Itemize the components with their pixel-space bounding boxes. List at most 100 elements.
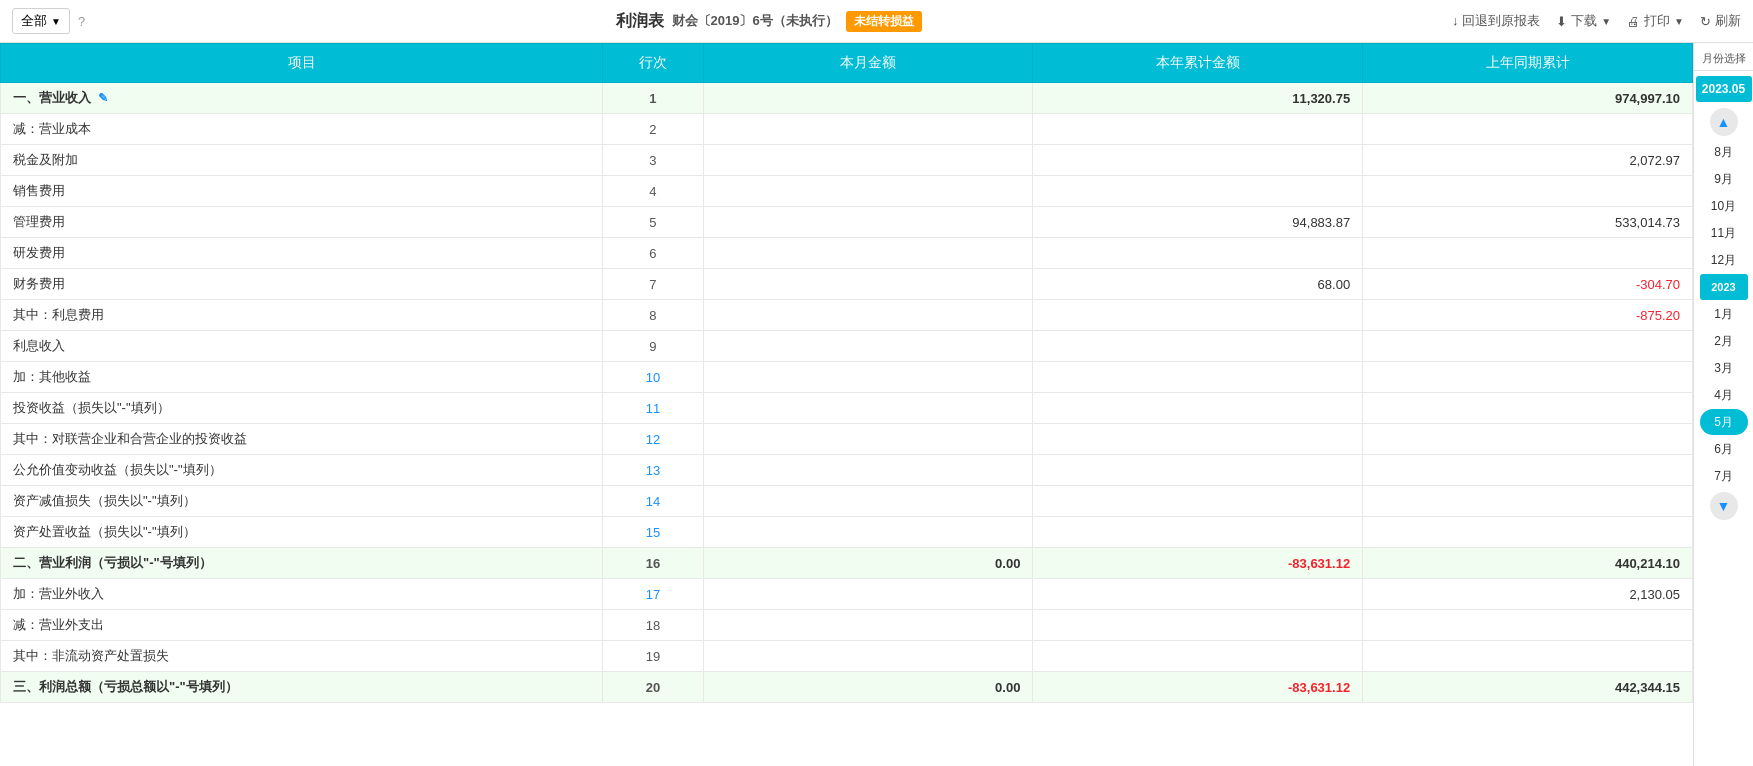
cell-prev-amount [1363,517,1693,548]
print-button[interactable]: 🖨 打印 ▼ [1627,12,1684,30]
table-row: 利息收入9 [1,331,1693,362]
col-header-month: 本月金额 [703,44,1033,83]
table-row: 减：营业成本2 [1,114,1693,145]
month-sidebar-title: 月份选择 [1694,47,1753,71]
cell-prev-amount: 974,997.10 [1363,83,1693,114]
cell-row-number[interactable]: 15 [603,517,703,548]
refresh-icon: ↻ [1700,14,1711,29]
download-label: 下载 [1571,12,1597,30]
cell-prev-amount: 2,130.05 [1363,579,1693,610]
month-nav-up[interactable]: ▲ [1710,108,1738,136]
cell-row-number: 20 [603,672,703,703]
cell-year-amount [1033,145,1363,176]
month-item[interactable]: 8月 [1700,139,1748,165]
month-item[interactable]: 4月 [1700,382,1748,408]
table-row: 二、营业利润（亏损以"-"号填列）160.00-83,631.12440,214… [1,548,1693,579]
cell-year-amount [1033,610,1363,641]
download-button[interactable]: ⬇ 下载 ▼ [1556,12,1611,30]
cell-item: 资产减值损失（损失以"-"填列） [1,486,603,517]
help-icon[interactable]: ? [78,14,85,29]
cell-item: 减：营业成本 [1,114,603,145]
cell-row-number: 3 [603,145,703,176]
cell-item: 其中：利息费用 [1,300,603,331]
table-row: 其中：对联营企业和合营企业的投资收益12 [1,424,1693,455]
cell-item: 加：其他收益 [1,362,603,393]
cell-month-amount [703,486,1033,517]
report-subtitle: 财会〔2019〕6号（未执行） [672,12,838,30]
month-item[interactable]: 1月 [1700,301,1748,327]
month-nav-down[interactable]: ▼ [1710,492,1738,520]
cell-prev-amount: 442,344.15 [1363,672,1693,703]
cell-month-amount: 0.00 [703,548,1033,579]
cell-month-amount [703,641,1033,672]
refresh-button[interactable]: ↻ 刷新 [1700,12,1741,30]
cell-row-number[interactable]: 14 [603,486,703,517]
month-item[interactable]: 2月 [1700,328,1748,354]
table-row: 投资收益（损失以"-"填列）11 [1,393,1693,424]
month-item[interactable]: 10月 [1700,193,1748,219]
report-title: 利润表 [616,11,664,32]
cell-month-amount [703,362,1033,393]
cell-item: 投资收益（损失以"-"填列） [1,393,603,424]
table-row: 销售费用4 [1,176,1693,207]
download-arrow-icon: ▼ [1601,16,1611,27]
cell-year-amount [1033,331,1363,362]
scope-dropdown[interactable]: 全部 ▼ [12,8,70,34]
cell-item: 一、营业收入 ✎ [1,83,603,114]
selected-year-display: 2023.05 [1696,76,1752,102]
col-header-prev: 上年同期累计 [1363,44,1693,83]
cell-item: 研发费用 [1,238,603,269]
cell-prev-amount [1363,362,1693,393]
cell-row-number[interactable]: 12 [603,424,703,455]
cell-row-number[interactable]: 11 [603,393,703,424]
month-item[interactable]: 6月 [1700,436,1748,462]
table-row: 研发费用6 [1,238,1693,269]
print-arrow-icon: ▼ [1674,16,1684,27]
cell-month-amount [703,176,1033,207]
cell-item: 财务费用 [1,269,603,300]
cell-year-amount [1033,517,1363,548]
cell-item: 其中：对联营企业和合营企业的投资收益 [1,424,603,455]
month-item[interactable]: 9月 [1700,166,1748,192]
cell-month-amount [703,269,1033,300]
cell-row-number: 19 [603,641,703,672]
month-sidebar: 月份选择 2023.05 ▲ 8月9月10月11月12月20231月2月3月4月… [1693,43,1753,766]
edit-icon[interactable]: ✎ [95,91,108,105]
table-row: 减：营业外支出18 [1,610,1693,641]
cell-year-amount: -83,631.12 [1033,672,1363,703]
cell-row-number[interactable]: 13 [603,455,703,486]
cell-month-amount [703,610,1033,641]
cell-row-number[interactable]: 17 [603,579,703,610]
back-button[interactable]: ↓ 回退到原报表 [1452,12,1540,30]
table-row: 公允价值变动收益（损失以"-"填列）13 [1,455,1693,486]
cell-item: 减：营业外支出 [1,610,603,641]
cell-item: 三、利润总额（亏损总额以"-"号填列） [1,672,603,703]
cell-row-number[interactable]: 10 [603,362,703,393]
cell-prev-amount [1363,114,1693,145]
cell-year-amount [1033,362,1363,393]
cell-row-number: 6 [603,238,703,269]
month-item[interactable]: 3月 [1700,355,1748,381]
cell-year-amount: 11,320.75 [1033,83,1363,114]
cell-item: 税金及附加 [1,145,603,176]
cell-row-number: 7 [603,269,703,300]
month-item[interactable]: 11月 [1700,220,1748,246]
col-header-year: 本年累计金额 [1033,44,1363,83]
status-badge[interactable]: 未结转损益 [846,11,922,32]
cell-year-amount [1033,114,1363,145]
cell-prev-amount [1363,424,1693,455]
table-row: 税金及附加32,072.97 [1,145,1693,176]
cell-year-amount [1033,393,1363,424]
month-item[interactable]: 5月 [1700,409,1748,435]
cell-row-number: 16 [603,548,703,579]
cell-prev-amount [1363,610,1693,641]
cell-month-amount [703,145,1033,176]
month-item[interactable]: 7月 [1700,463,1748,489]
cell-month-amount [703,455,1033,486]
month-item[interactable]: 12月 [1700,247,1748,273]
cell-item: 资产处置收益（损失以"-"填列） [1,517,603,548]
cell-year-amount [1033,641,1363,672]
download-icon: ⬇ [1556,14,1567,29]
cell-year-amount [1033,238,1363,269]
print-icon: 🖨 [1627,14,1640,29]
